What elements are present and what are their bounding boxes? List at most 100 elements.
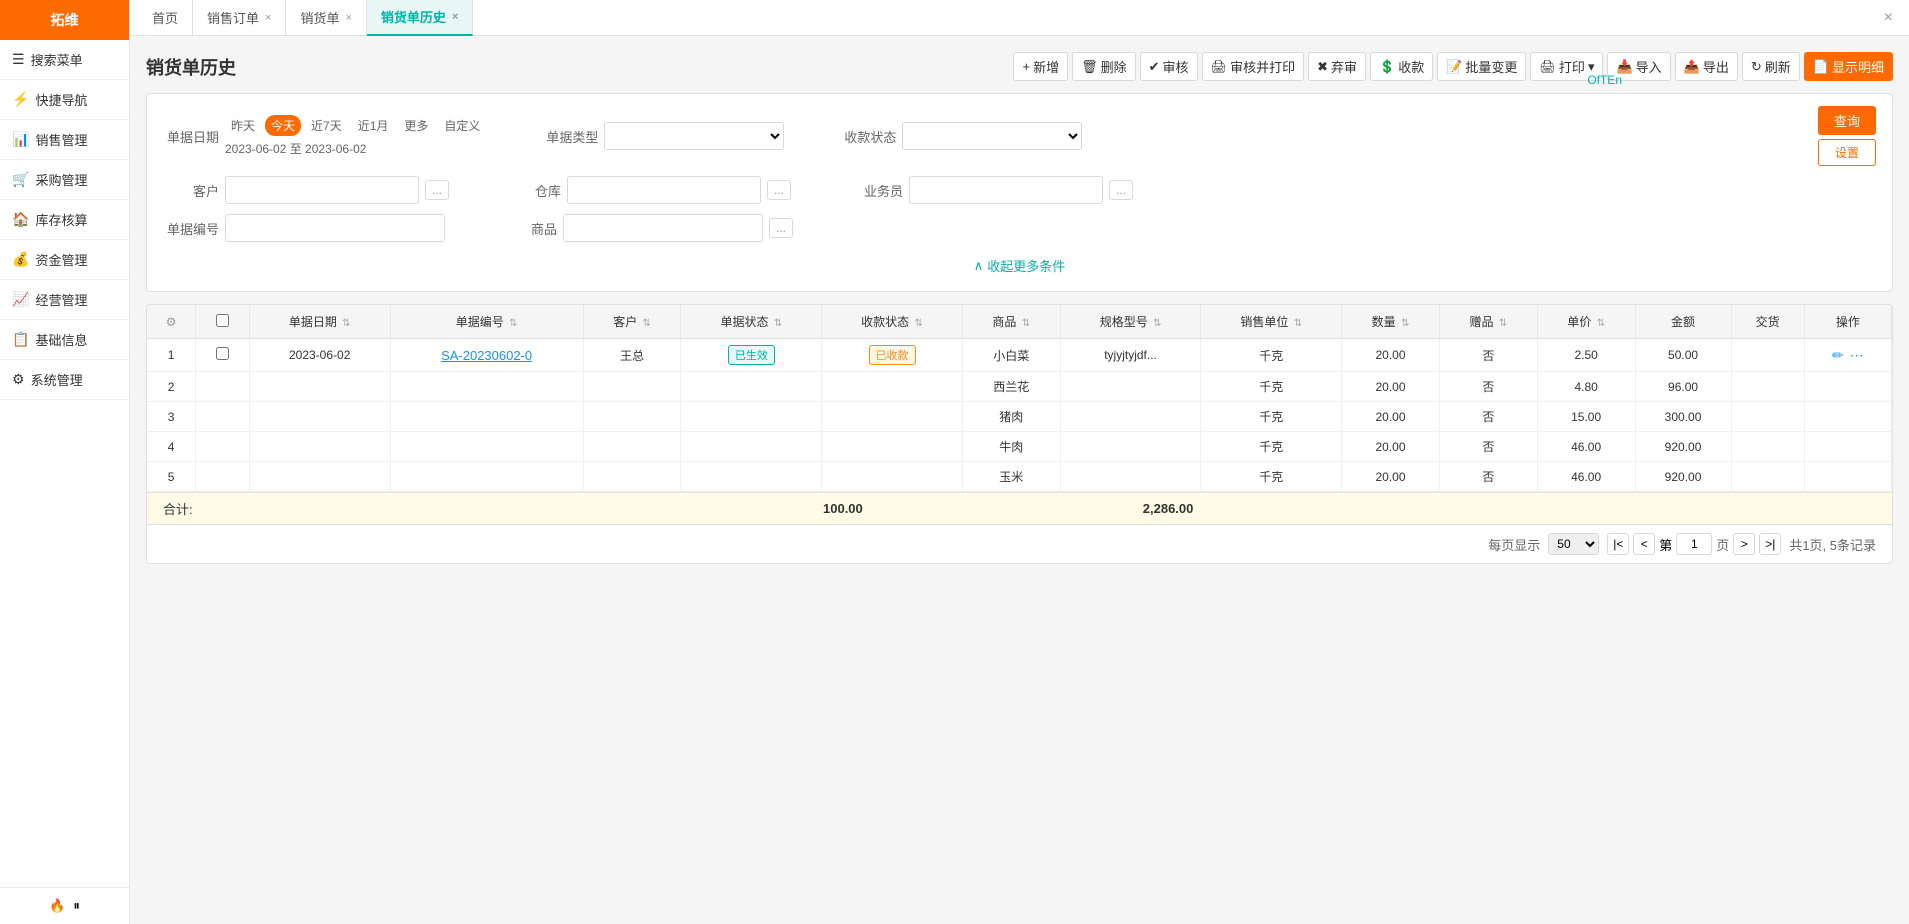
goods-col-header[interactable]: 商品 ⇅ (962, 305, 1060, 339)
gift-col-header[interactable]: 赠品 ⇅ (1439, 305, 1537, 339)
filter-row-3: 单据编号 商品 ... (163, 214, 1876, 242)
price-col-header[interactable]: 单价 ⇅ (1537, 305, 1635, 339)
close-tab-sales-goods-icon[interactable]: × (345, 12, 351, 24)
goods-input[interactable] (563, 214, 763, 242)
batch-change-button[interactable]: 📝 批量变更 (1437, 52, 1526, 81)
sidebar-item-label: 库存核算 (35, 210, 87, 229)
delete-icon: 🗑 (1081, 59, 1098, 75)
gift-cell: 否 (1439, 339, 1537, 372)
salesperson-input[interactable] (909, 176, 1103, 204)
tabs-close-all-button[interactable]: × (1876, 9, 1901, 27)
more-action-icon[interactable]: ⋯ (1850, 347, 1864, 364)
qty-col-header[interactable]: 数量 ⇅ (1342, 305, 1440, 339)
docno-col-header[interactable]: 单据编号 ⇅ (390, 305, 583, 339)
new-button[interactable]: + 新增 (1013, 52, 1068, 81)
shortcut-yesterday[interactable]: 昨天 (225, 115, 261, 136)
sidebar-item-finance-mgmt[interactable]: 💰 资金管理 (0, 240, 129, 280)
prev-page-button[interactable]: < (1633, 533, 1655, 555)
print-icon: 🖨 (1539, 59, 1556, 75)
payment-status-select[interactable] (902, 122, 1082, 150)
audit-print-button[interactable]: 🖨 审核并打印 (1202, 52, 1305, 81)
tab-home[interactable]: 首页 (138, 0, 193, 36)
amount-cell: 920.00 (1635, 462, 1731, 492)
action-cell (1804, 432, 1891, 462)
paystatus-cell (822, 462, 963, 492)
base-info-icon: 📋 (12, 331, 29, 348)
price-cell: 15.00 (1537, 402, 1635, 432)
query-button[interactable]: 查询 (1818, 106, 1876, 135)
delete-button[interactable]: 🗑 删除 (1072, 52, 1136, 81)
docstatus-col-header[interactable]: 单据状态 ⇅ (681, 305, 822, 339)
main-area: 首页 销售订单 × 销货单 × 销货单历史 × × 销货单历史 + 新增 (130, 0, 1909, 924)
warehouse-input[interactable] (567, 176, 761, 204)
first-page-button[interactable]: |< (1607, 533, 1629, 555)
trade-cell (1731, 402, 1804, 432)
sidebar-item-label: 销售管理 (35, 130, 87, 149)
paystatus-cell (822, 402, 963, 432)
sidebar-item-ops-mgmt[interactable]: 📈 经营管理 (0, 280, 129, 320)
customer-input[interactable] (225, 176, 419, 204)
spec-cell (1060, 462, 1201, 492)
salesperson-label: 业务员 (847, 181, 903, 200)
ops-icon: 📈 (12, 291, 29, 308)
checkbox-col-header (196, 305, 250, 339)
amount-cell: 50.00 (1635, 339, 1731, 372)
price-cell: 46.00 (1537, 432, 1635, 462)
close-tab-sales-history-icon[interactable]: × (452, 11, 458, 23)
sidebar-item-base-info[interactable]: 📋 基础信息 (0, 320, 129, 360)
filter-row-2: 客户 ... 仓库 ... 业务员 ... (163, 176, 1876, 204)
sidebar-item-sys-mgmt[interactable]: ⚙ 系统管理 (0, 360, 129, 400)
customer-ellipsis-button[interactable]: ... (425, 180, 449, 200)
customer-label: 客户 (163, 181, 219, 200)
sidebar-item-quick-nav[interactable]: ⚡ 快捷导航 (0, 80, 129, 120)
shortcut-today[interactable]: 今天 (265, 115, 301, 136)
batch-change-icon: 📝 (1446, 59, 1462, 75)
abandon-button[interactable]: ✖ 弃审 (1308, 52, 1366, 81)
next-page-button[interactable]: > (1733, 533, 1755, 555)
fire-icon[interactable]: 🔥 (49, 898, 65, 914)
paystatus-col-header[interactable]: 收款状态 ⇅ (822, 305, 963, 339)
tab-sales-goods[interactable]: 销货单 × (286, 0, 366, 36)
export-button[interactable]: 📤 导出 (1675, 52, 1738, 81)
tab-sales-history[interactable]: 销货单历史 × (367, 0, 473, 36)
sidebar-item-sales-mgmt[interactable]: 📊 销售管理 (0, 120, 129, 160)
doc-no-input[interactable] (225, 214, 445, 242)
row-checkbox[interactable] (216, 347, 229, 360)
shortcut-more[interactable]: 更多 (398, 115, 434, 136)
goods-ellipsis-button[interactable]: ... (769, 218, 793, 238)
salesperson-ellipsis-button[interactable]: ... (1109, 180, 1133, 200)
filter-settings-button[interactable]: 设置 (1818, 139, 1876, 166)
show-detail-button[interactable]: 📄 显示明细 (1804, 52, 1893, 81)
select-all-checkbox[interactable] (216, 314, 229, 327)
goods-cell: 西兰花 (962, 372, 1060, 402)
tab-sales-order[interactable]: 销售订单 × (193, 0, 286, 36)
unit-col-header[interactable]: 销售单位 ⇅ (1201, 305, 1342, 339)
close-tab-sales-order-icon[interactable]: × (265, 12, 271, 24)
warehouse-ellipsis-button[interactable]: ... (767, 180, 791, 200)
page-number-input[interactable] (1676, 533, 1712, 555)
collapse-conditions-button[interactable]: ∧ 收起更多条件 (163, 252, 1876, 279)
sidebar-bottom: 🔥 ⏸ (0, 887, 129, 924)
pause-icon[interactable]: ⏸ (73, 898, 80, 914)
audit-button[interactable]: ✔ 审核 (1140, 52, 1198, 81)
collect-button[interactable]: 💲 收款 (1370, 52, 1433, 81)
edit-action-icon[interactable]: ✏ (1832, 347, 1844, 364)
doc-no-link[interactable]: SA-20230602-0 (441, 348, 532, 363)
customer-col-header[interactable]: 客户 ⇅ (583, 305, 681, 339)
per-page-select[interactable]: 50 10 20 100 (1548, 533, 1599, 555)
spec-col-header[interactable]: 规格型号 ⇅ (1060, 305, 1201, 339)
refresh-button[interactable]: ↻ 刷新 (1742, 52, 1800, 81)
filter-doc-type: 单据类型 (542, 122, 784, 150)
sidebar-item-search-menu[interactable]: ☰ 搜索菜单 (0, 40, 129, 80)
last-page-button[interactable]: >| (1759, 533, 1781, 555)
date-col-header[interactable]: 单据日期 ⇅ (249, 305, 390, 339)
shortcut-last1m[interactable]: 近1月 (352, 115, 395, 136)
shortcut-custom[interactable]: 自定义 (438, 115, 486, 136)
sidebar-item-inventory-calc[interactable]: 🏠 库存核算 (0, 200, 129, 240)
filter-goods: 商品 ... (501, 214, 793, 242)
spec-cell (1060, 402, 1201, 432)
doc-type-select[interactable] (604, 122, 784, 150)
shortcut-last7[interactable]: 近7天 (305, 115, 348, 136)
settings-col-header[interactable]: ⚙ (147, 305, 196, 339)
sidebar-item-purchase-mgmt[interactable]: 🛒 采购管理 (0, 160, 129, 200)
